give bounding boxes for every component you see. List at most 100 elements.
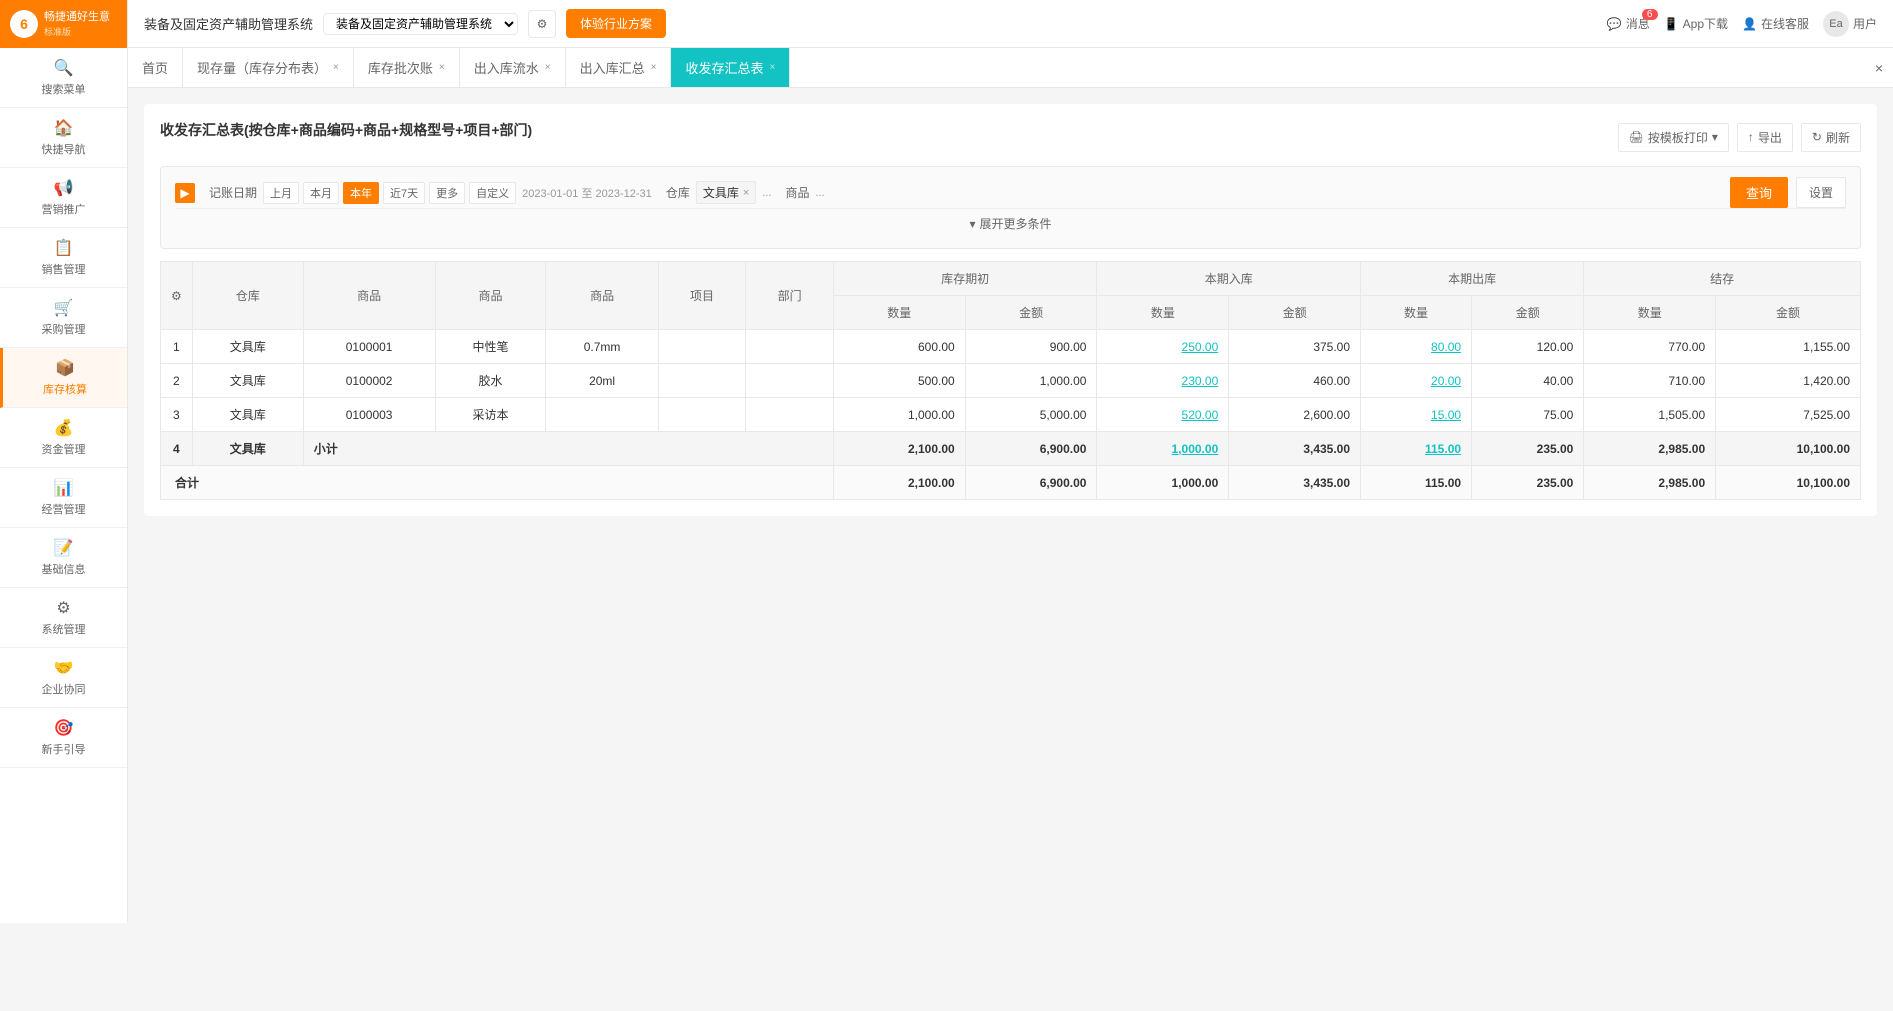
- row-in-qty[interactable]: 230.00: [1097, 364, 1229, 398]
- sidebar-item-base-info[interactable]: 📝 基础信息: [0, 528, 127, 588]
- export-button[interactable]: ↑ 导出: [1737, 123, 1793, 152]
- tab-batch[interactable]: 库存批次账 ×: [354, 48, 460, 88]
- row-open-amt: 1,000.00: [965, 364, 1097, 398]
- sidebar-item-finance[interactable]: 💰 资金管理: [0, 408, 127, 468]
- date-btn-this-month[interactable]: 本月: [303, 182, 339, 204]
- settings-button[interactable]: 设置: [1796, 177, 1846, 208]
- query-button[interactable]: 查询: [1730, 177, 1788, 208]
- sidebar-item-sales[interactable]: 📋 销售管理: [0, 228, 127, 288]
- sidebar-item-label: 经营管理: [42, 501, 86, 517]
- warehouse-tag: 文具库 ×: [696, 181, 756, 204]
- tab-label: 收发存汇总表: [685, 58, 763, 77]
- date-range-display: 2023-01-01 至 2023-12-31: [522, 185, 652, 201]
- sidebar-item-label: 资金管理: [42, 441, 86, 457]
- row-out-amt: 120.00: [1472, 330, 1584, 364]
- sidebar-item-purchase[interactable]: 🛒 采购管理: [0, 288, 127, 348]
- tab-inventory-dist[interactable]: 现存量（库存分布表） ×: [183, 48, 354, 88]
- row-name: 中性笔: [435, 330, 546, 364]
- row-in-qty[interactable]: 520.00: [1097, 398, 1229, 432]
- subtotal-in-amt: 3,435.00: [1229, 432, 1361, 466]
- row-out-qty[interactable]: 15.00: [1361, 398, 1472, 432]
- row-in-amt: 375.00: [1229, 330, 1361, 364]
- sales-icon: 📋: [54, 238, 74, 258]
- expand-conditions-button[interactable]: ▾ 展开更多条件: [175, 208, 1846, 238]
- tab-inout-flow[interactable]: 出入库流水 ×: [460, 48, 566, 88]
- date-btn-more[interactable]: 更多: [429, 182, 465, 204]
- filter-toggle-button[interactable]: ▶: [175, 183, 195, 203]
- gear-button[interactable]: ⚙: [528, 10, 556, 38]
- total-row: 合计 2,100.00 6,900.00 1,000.00 3,435.00 1…: [161, 466, 1861, 500]
- date-btn-7days[interactable]: 近7天: [383, 182, 425, 204]
- goods-filter-label: 商品: [785, 184, 809, 201]
- row-out-qty[interactable]: 80.00: [1361, 330, 1472, 364]
- sidebar-item-business[interactable]: 📊 经营管理: [0, 468, 127, 528]
- row-in-amt: 460.00: [1229, 364, 1361, 398]
- refresh-icon: ↻: [1812, 130, 1822, 144]
- col-settings-header[interactable]: ⚙: [161, 262, 193, 330]
- warehouse-filter: 仓库 文具库 × ...: [666, 181, 772, 204]
- sidebar-item-label: 采购管理: [42, 321, 86, 337]
- row-in-qty[interactable]: 250.00: [1097, 330, 1229, 364]
- sidebar-item-marketing[interactable]: 📢 营销推广: [0, 168, 127, 228]
- row-project: [658, 398, 746, 432]
- col-in-amt-header: 金额: [1229, 296, 1361, 330]
- tab-bar-close-button[interactable]: ×: [1865, 60, 1893, 76]
- warehouse-tag-close[interactable]: ×: [743, 187, 749, 199]
- page-title: 收发存汇总表(按仓库+商品编码+商品+规格型号+项目+部门): [160, 120, 532, 140]
- tab-close-icon[interactable]: ×: [545, 62, 551, 73]
- tab-close-icon[interactable]: ×: [333, 62, 339, 73]
- row-warehouse: 文具库: [192, 398, 303, 432]
- sidebar-item-quick-nav[interactable]: 🏠 快捷导航: [0, 108, 127, 168]
- user-menu[interactable]: Ea 用户: [1823, 11, 1877, 37]
- col-group-out-header: 本期出库: [1361, 262, 1584, 296]
- sidebar-item-guide[interactable]: 🎯 新手引导: [0, 708, 127, 768]
- sidebar-item-collab[interactable]: 🤝 企业协同: [0, 648, 127, 708]
- app-download-button[interactable]: 📱 App下载: [1664, 15, 1728, 32]
- subtotal-open-qty: 2,100.00: [833, 432, 965, 466]
- goods-more-button[interactable]: ...: [815, 187, 824, 199]
- row-bal-amt: 1,420.00: [1716, 364, 1861, 398]
- row-code: 0100001: [303, 330, 435, 364]
- online-service-button[interactable]: 👤 在线客服: [1742, 15, 1809, 32]
- trial-button[interactable]: 体验行业方案: [566, 9, 666, 38]
- subtotal-in-qty[interactable]: 1,000.00: [1097, 432, 1229, 466]
- base-info-icon: 📝: [54, 538, 74, 558]
- expand-icon: ▾: [969, 217, 975, 231]
- system-name: 装备及固定资产辅助管理系统: [144, 14, 313, 33]
- row-dept: [746, 364, 834, 398]
- row-out-qty[interactable]: 20.00: [1361, 364, 1472, 398]
- sidebar-item-label: 新手引导: [42, 741, 86, 757]
- print-icon: 🖨: [1629, 130, 1644, 144]
- row-bal-qty: 770.00: [1584, 330, 1716, 364]
- tab-inout-summary[interactable]: 出入库汇总 ×: [566, 48, 672, 88]
- date-btn-custom[interactable]: 自定义: [469, 182, 516, 204]
- warehouse-filter-label: 仓库: [666, 184, 690, 201]
- collab-icon: 🤝: [54, 658, 74, 678]
- sidebar-item-inventory[interactable]: 📦 库存核算: [0, 348, 127, 408]
- tab-close-icon[interactable]: ×: [651, 62, 657, 73]
- row-code: 0100003: [303, 398, 435, 432]
- purchase-icon: 🛒: [54, 298, 74, 318]
- sidebar-nav: 🔍 搜索菜单 🏠 快捷导航 📢 营销推广 📋 销售管理 🛒 采购管理 📦 库存核…: [0, 48, 127, 923]
- messages-button[interactable]: 💬 消息 6: [1607, 15, 1650, 32]
- date-btn-last-month[interactable]: 上月: [263, 182, 299, 204]
- tab-close-icon[interactable]: ×: [769, 62, 775, 73]
- sidebar-item-system[interactable]: ⚙ 系统管理: [0, 588, 127, 648]
- tab-home[interactable]: 首页: [128, 48, 183, 88]
- tab-receive-summary[interactable]: 收发存汇总表 ×: [671, 48, 790, 88]
- sidebar-item-search[interactable]: 🔍 搜索菜单: [0, 48, 127, 108]
- print-button[interactable]: 🖨 按模板打印 ▾: [1618, 123, 1729, 152]
- refresh-button[interactable]: ↻ 刷新: [1801, 123, 1861, 152]
- row-spec: 20ml: [546, 364, 658, 398]
- col-group-in-header: 本期入库: [1097, 262, 1361, 296]
- logo-icon: 6: [10, 10, 38, 38]
- system-select[interactable]: 装备及固定资产辅助管理系统: [323, 13, 518, 35]
- date-btn-this-year[interactable]: 本年: [343, 182, 379, 204]
- subtotal-out-qty[interactable]: 115.00: [1361, 432, 1472, 466]
- subtotal-warehouse: 文具库: [192, 432, 303, 466]
- row-name: 胶水: [435, 364, 546, 398]
- warehouse-more-button[interactable]: ...: [762, 187, 771, 199]
- sidebar-item-label: 营销推广: [42, 201, 86, 217]
- row-dept: [746, 330, 834, 364]
- tab-close-icon[interactable]: ×: [439, 62, 445, 73]
